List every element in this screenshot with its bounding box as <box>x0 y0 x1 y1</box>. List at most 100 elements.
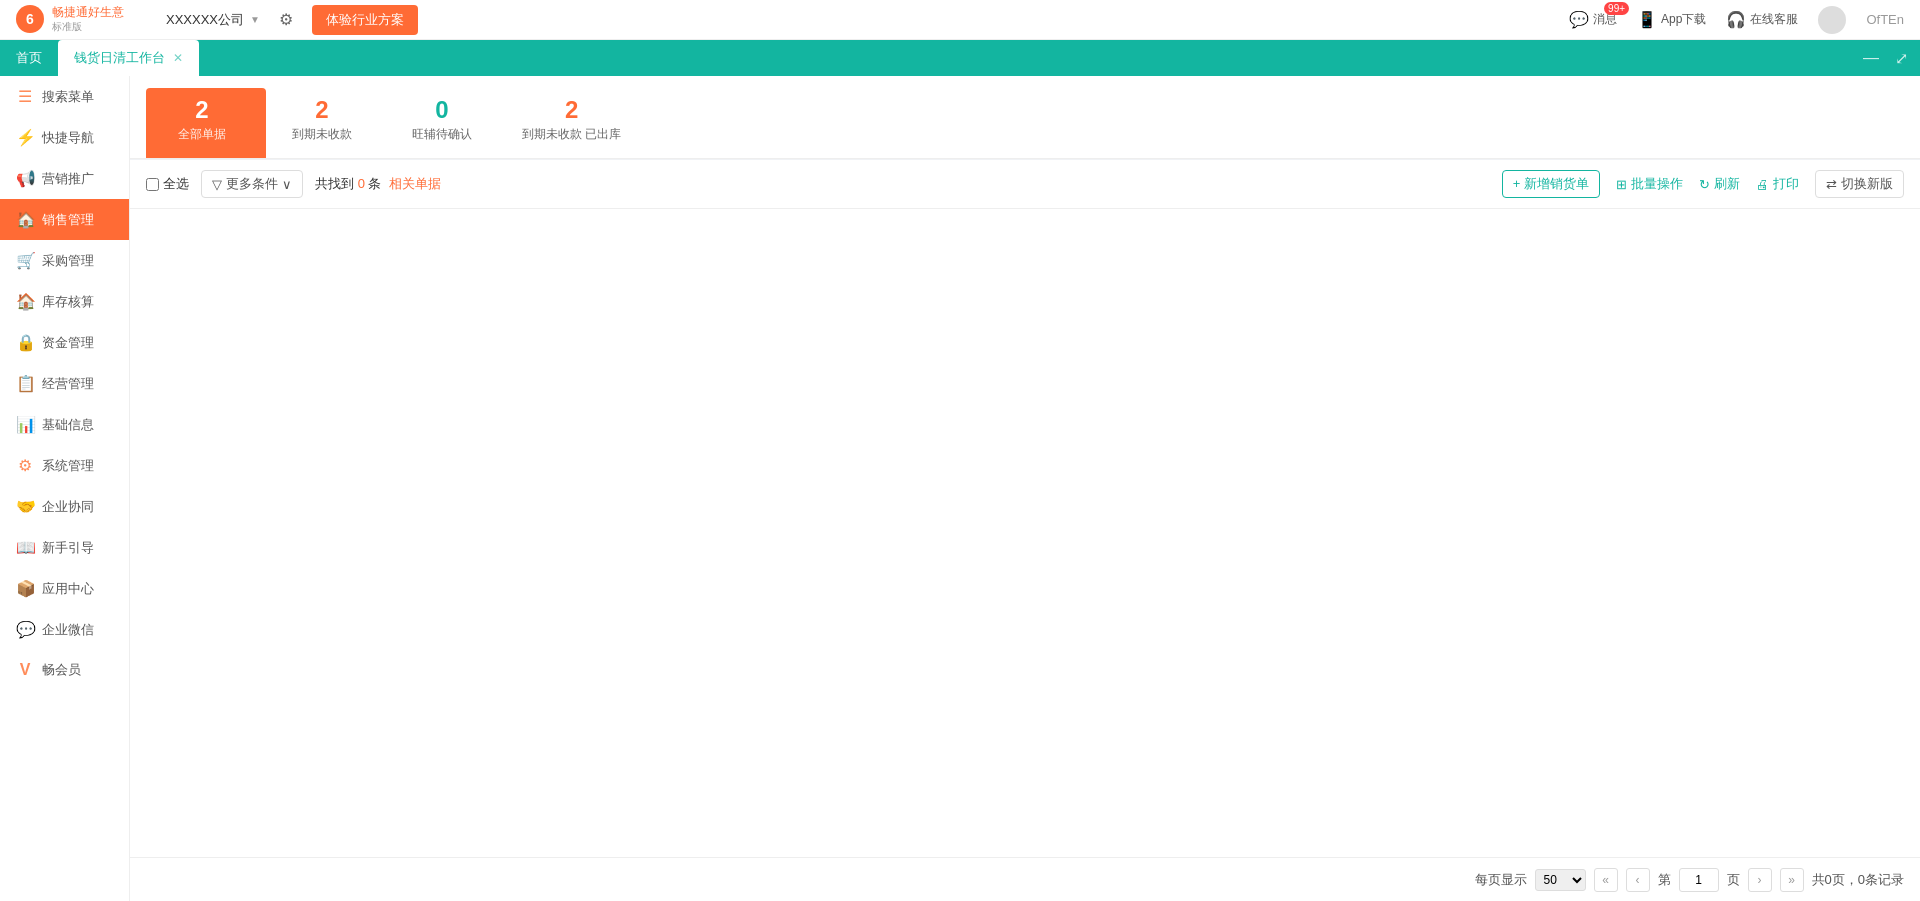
last-page-btn[interactable]: » <box>1780 868 1804 892</box>
print-icon: 🖨 <box>1756 177 1769 192</box>
sidebar-item-purchase[interactable]: 🛒 采购管理 <box>0 240 129 281</box>
add-sales-order-btn[interactable]: + 新增销货单 <box>1502 170 1600 198</box>
sidebar-item-operation[interactable]: 📋 经营管理 <box>0 363 129 404</box>
sidebar-item-wechat[interactable]: 💬 企业微信 <box>0 609 129 650</box>
page-suffix: 页 <box>1727 871 1740 889</box>
found-prefix: 共找到 <box>315 176 354 191</box>
refresh-label: 刷新 <box>1714 175 1740 193</box>
print-btn[interactable]: 🖨 打印 <box>1756 175 1799 193</box>
search-menu-icon: ☰ <box>16 87 34 106</box>
first-page-btn[interactable]: « <box>1594 868 1618 892</box>
found-suffix: 条 <box>368 176 381 191</box>
header-center: XXXXXX公司 ▼ ⚙ 体验行业方案 <box>146 5 1569 35</box>
header-right: 💬 消息 99+ 📱 App下载 🎧 在线客服 OfTEn <box>1569 6 1904 34</box>
main-layout: ☰ 搜索菜单 ⚡ 快捷导航 📢 营销推广 🏠 销售管理 🛒 采购管理 🏠 库存核… <box>0 76 1920 901</box>
trial-btn[interactable]: 体验行业方案 <box>312 5 418 35</box>
found-link[interactable]: 相关单据 <box>389 176 441 191</box>
sales-icon: 🏠 <box>16 210 34 229</box>
select-all-checkbox[interactable]: 全选 <box>146 175 189 193</box>
switch-label: 切换新版 <box>1841 175 1893 193</box>
tab-home[interactable]: 首页 <box>0 40 58 76</box>
sidebar-item-search-menu[interactable]: ☰ 搜索菜单 <box>0 76 129 117</box>
sidebar-label-finance: 资金管理 <box>42 334 94 352</box>
sidebar-label-sales: 销售管理 <box>42 211 94 229</box>
close-tab-icon[interactable]: ✕ <box>173 51 183 65</box>
sidebar-item-marketing[interactable]: 📢 营销推广 <box>0 158 129 199</box>
expand-icon[interactable]: ⤢ <box>1891 45 1912 72</box>
member-icon: V <box>16 661 34 679</box>
total-info: 共0页，0条记录 <box>1812 871 1904 889</box>
sidebar-label-operation: 经营管理 <box>42 375 94 393</box>
toolbar: 全选 ▽ 更多条件 ∨ 共找到 0 条 相关单据 + 新增销货单 ⊞ <box>130 160 1920 209</box>
refresh-btn[interactable]: ↻ 刷新 <box>1699 175 1740 193</box>
online-service-label: 在线客服 <box>1750 11 1798 28</box>
sidebar-item-newbie[interactable]: 📖 新手引导 <box>0 527 129 568</box>
app-center-icon: 📦 <box>16 579 34 598</box>
switch-icon: ⇄ <box>1826 177 1837 192</box>
app-logo-icon: 6 <box>16 5 44 33</box>
avatar[interactable] <box>1818 6 1846 34</box>
footer-pagination: 每页显示 50 100 200 « ‹ 第 页 › » 共0页，0条记录 <box>130 857 1920 901</box>
card-pending-confirm[interactable]: 0 旺辅待确认 <box>386 88 506 158</box>
refresh-icon: ↻ <box>1699 177 1710 192</box>
newbie-icon: 📖 <box>16 538 34 557</box>
logo-area: 6 畅捷通好生意 标准版 <box>16 5 146 33</box>
batch-ops-btn[interactable]: ⊞ 批量操作 <box>1616 175 1683 193</box>
main-content: 2 全部单据 2 到期未收款 0 旺辅待确认 2 到期未收款 已出库 全选 <box>130 76 1920 901</box>
enterprise-icon: 🤝 <box>16 497 34 516</box>
app-download-btn[interactable]: 📱 App下载 <box>1637 10 1706 29</box>
top-header: 6 畅捷通好生意 标准版 XXXXXX公司 ▼ ⚙ 体验行业方案 💬 消息 99… <box>0 0 1920 40</box>
sidebar-label-search-menu: 搜索菜单 <box>42 88 94 106</box>
tab-workbench[interactable]: 钱货日清工作台 ✕ <box>58 40 199 76</box>
minimize-icon[interactable]: — <box>1859 45 1883 71</box>
sidebar-item-app-center[interactable]: 📦 应用中心 <box>0 568 129 609</box>
card-all[interactable]: 2 全部单据 <box>146 88 266 158</box>
sidebar-item-system[interactable]: ⚙ 系统管理 <box>0 445 129 486</box>
filter-icon: ▽ <box>212 177 222 192</box>
sidebar-item-quick-nav[interactable]: ⚡ 快捷导航 <box>0 117 129 158</box>
sidebar-item-finance[interactable]: 🔒 资金管理 <box>0 322 129 363</box>
username-area[interactable]: OfTEn <box>1866 12 1904 27</box>
app-name: 畅捷通好生意 <box>52 5 124 19</box>
sidebar-label-member: 畅会员 <box>42 661 81 679</box>
prev-page-btn[interactable]: ‹ <box>1626 868 1650 892</box>
toolbar-right: + 新增销货单 ⊞ 批量操作 ↻ 刷新 🖨 打印 ⇄ 切换新版 <box>1502 170 1904 198</box>
sidebar-item-basic-info[interactable]: 📊 基础信息 <box>0 404 129 445</box>
batch-icon: ⊞ <box>1616 177 1627 192</box>
sidebar-item-enterprise[interactable]: 🤝 企业协同 <box>0 486 129 527</box>
message-badge: 99+ <box>1604 2 1629 15</box>
batch-label: 批量操作 <box>1631 175 1683 193</box>
sidebar-item-inventory[interactable]: 🏠 库存核算 <box>0 281 129 322</box>
select-all-input[interactable] <box>146 178 159 191</box>
marketing-icon: 📢 <box>16 169 34 188</box>
nav-tabs: 首页 钱货日清工作台 ✕ — ⤢ <box>0 40 1920 76</box>
settings-icon[interactable]: ⚙ <box>272 6 300 34</box>
sidebar-item-sales[interactable]: 🏠 销售管理 <box>0 199 129 240</box>
sidebar-label-newbie: 新手引导 <box>42 539 94 557</box>
card-not-shipped-label: 到期未收款 已出库 <box>522 126 621 143</box>
sidebar-label-enterprise: 企业协同 <box>42 498 94 516</box>
page-number-input[interactable] <box>1679 868 1719 892</box>
toolbar-left: 全选 ▽ 更多条件 ∨ 共找到 0 条 相关单据 <box>146 170 441 198</box>
card-overdue-unpaid[interactable]: 2 到期未收款 <box>266 88 386 158</box>
next-page-btn[interactable]: › <box>1748 868 1772 892</box>
per-page-select[interactable]: 50 100 200 <box>1535 869 1586 891</box>
summary-cards: 2 全部单据 2 到期未收款 0 旺辅待确认 2 到期未收款 已出库 <box>130 76 1920 159</box>
operation-icon: 📋 <box>16 374 34 393</box>
sidebar-label-marketing: 营销推广 <box>42 170 94 188</box>
filter-btn[interactable]: ▽ 更多条件 ∨ <box>201 170 303 198</box>
company-name: XXXXXX公司 <box>166 11 244 29</box>
online-service-btn[interactable]: 🎧 在线客服 <box>1726 10 1798 29</box>
card-pending-label: 旺辅待确认 <box>402 126 482 143</box>
per-page-label: 每页显示 <box>1475 871 1527 889</box>
sidebar-label-purchase: 采购管理 <box>42 252 94 270</box>
print-label: 打印 <box>1773 175 1799 193</box>
switch-version-btn[interactable]: ⇄ 切换新版 <box>1815 170 1904 198</box>
card-overdue-not-shipped[interactable]: 2 到期未收款 已出库 <box>506 88 645 158</box>
nav-tab-controls: — ⤢ <box>1859 45 1920 72</box>
sidebar-item-member[interactable]: V 畅会员 <box>0 650 129 690</box>
company-selector[interactable]: XXXXXX公司 ▼ <box>166 11 260 29</box>
filter-label: 更多条件 <box>226 175 278 193</box>
sidebar-label-inventory: 库存核算 <box>42 293 94 311</box>
message-btn[interactable]: 💬 消息 99+ <box>1569 10 1617 29</box>
